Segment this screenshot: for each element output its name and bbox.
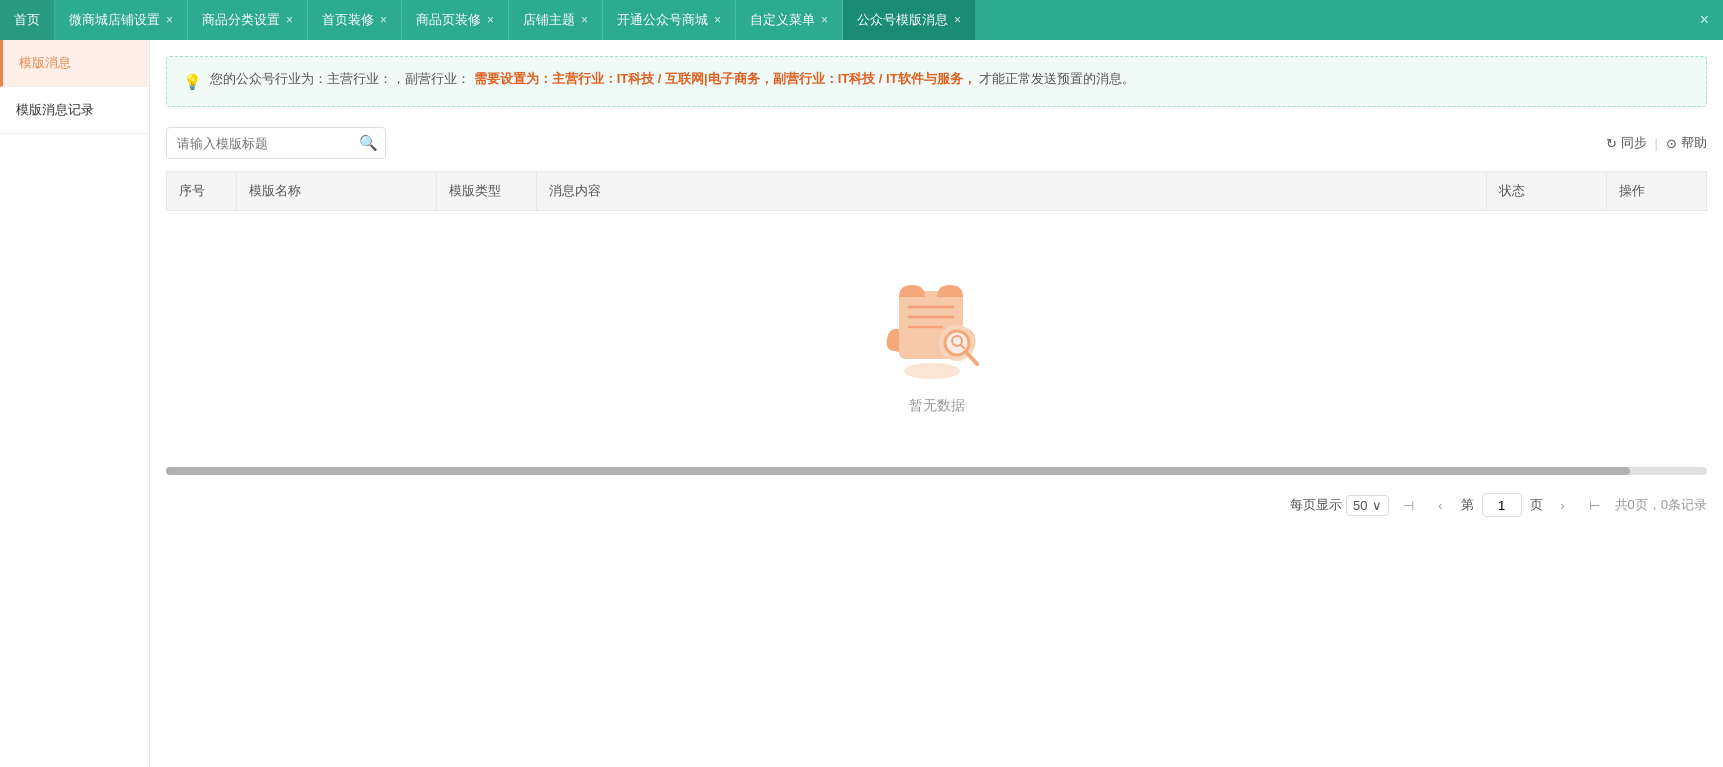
sync-button[interactable]: ↻ 同步 <box>1606 134 1647 152</box>
nav-item-template-message[interactable]: 公众号模版消息 × <box>843 0 976 40</box>
nav-item-custom-menu[interactable]: 自定义菜单 × <box>736 0 843 40</box>
close-all-button[interactable]: × <box>1686 11 1723 29</box>
notice-banner: 💡 您的公众号行业为：主营行业：，副营行业： 需要设置为：主营行业：IT科技 /… <box>166 56 1707 107</box>
nav-label-homepage-decoration: 首页装修 <box>322 11 374 29</box>
page-label-prefix: 第 <box>1461 496 1474 514</box>
main-layout: 模版消息 模版消息记录 💡 您的公众号行业为：主营行业：，副营行业： 需要设置为… <box>0 40 1723 767</box>
search-input[interactable] <box>166 127 386 159</box>
page-size-selector: 每页显示 50 ∨ <box>1290 495 1388 516</box>
data-table: 序号 模版名称 模版类型 消息内容 状态 操作 <box>166 171 1707 455</box>
notice-text: 您的公众号行业为：主营行业：，副营行业： 需要设置为：主营行业：IT科技 / 互… <box>210 69 1135 90</box>
dropdown-arrow-icon: ∨ <box>1372 498 1382 513</box>
page-size-value: 50 <box>1353 498 1367 513</box>
close-icon-template-message[interactable]: × <box>954 13 961 27</box>
close-icon-shop-settings[interactable]: × <box>166 13 173 27</box>
col-header-content: 消息内容 <box>537 172 1487 211</box>
content-area: 💡 您的公众号行业为：主营行业：，副营行业： 需要设置为：主营行业：IT科技 /… <box>150 40 1723 767</box>
sync-icon: ↻ <box>1606 136 1617 151</box>
table-header-row: 序号 模版名称 模版类型 消息内容 状态 操作 <box>167 172 1707 211</box>
help-icon: ⊙ <box>1666 136 1677 151</box>
search-left: 🔍 <box>166 127 386 159</box>
sidebar: 模版消息 模版消息记录 <box>0 40 150 767</box>
sync-label: 同步 <box>1621 134 1647 152</box>
nav-item-shop-theme[interactable]: 店铺主题 × <box>509 0 603 40</box>
nav-label-shop-theme: 店铺主题 <box>523 11 575 29</box>
notice-highlight: 需要设置为：主营行业：IT科技 / 互联网|电子商务，副营行业：IT科技 / I… <box>474 71 976 86</box>
pagination: 每页显示 50 ∨ ⊣ ‹ 第 页 › ⊢ 共0页，0条记录 <box>166 487 1707 523</box>
page-label-suffix: 页 <box>1530 496 1543 514</box>
page-size-dropdown[interactable]: 50 ∨ <box>1346 495 1388 516</box>
close-icon-category-settings[interactable]: × <box>286 13 293 27</box>
divider: | <box>1655 136 1658 151</box>
nav-label-product-decoration: 商品页装修 <box>416 11 481 29</box>
close-icon-custom-menu[interactable]: × <box>821 13 828 27</box>
empty-row: 暂无数据 <box>167 211 1707 456</box>
col-header-action: 操作 <box>1607 172 1707 211</box>
col-header-status: 状态 <box>1487 172 1607 211</box>
search-button[interactable]: 🔍 <box>359 134 378 152</box>
page-number-input[interactable] <box>1482 493 1522 517</box>
nav-item-category-settings[interactable]: 商品分类设置 × <box>188 0 308 40</box>
close-icon-shop-theme[interactable]: × <box>581 13 588 27</box>
sidebar-item-template-msg-record[interactable]: 模版消息记录 <box>0 87 149 134</box>
col-header-type: 模版类型 <box>437 172 537 211</box>
col-header-name: 模版名称 <box>237 172 437 211</box>
notice-icon: 💡 <box>183 70 202 94</box>
search-right: ↻ 同步 | ⊙ 帮助 <box>1606 134 1707 152</box>
nav-item-homepage-decoration[interactable]: 首页装修 × <box>308 0 402 40</box>
nav-item-product-decoration[interactable]: 商品页装修 × <box>402 0 509 40</box>
next-page-button[interactable]: › <box>1551 493 1575 517</box>
horizontal-scrollbar[interactable] <box>166 467 1707 475</box>
help-label: 帮助 <box>1681 134 1707 152</box>
nav-label-custom-menu: 自定义菜单 <box>750 11 815 29</box>
nav-label-category-settings: 商品分类设置 <box>202 11 280 29</box>
help-button[interactable]: ⊙ 帮助 <box>1666 134 1707 152</box>
top-navigation: 首页 微商城店铺设置 × 商品分类设置 × 首页装修 × 商品页装修 × 店铺主… <box>0 0 1723 40</box>
nav-label-open-mall: 开通公众号商城 <box>617 11 708 29</box>
svg-point-0 <box>904 363 960 379</box>
close-icon-homepage-decoration[interactable]: × <box>380 13 387 27</box>
empty-text: 暂无数据 <box>909 397 965 415</box>
close-icon-product-decoration[interactable]: × <box>487 13 494 27</box>
nav-item-open-mall[interactable]: 开通公众号商城 × <box>603 0 736 40</box>
search-input-wrap: 🔍 <box>166 127 386 159</box>
empty-illustration <box>877 271 997 381</box>
search-bar: 🔍 ↻ 同步 | ⊙ 帮助 <box>166 127 1707 159</box>
scrollbar-thumb[interactable] <box>166 467 1630 475</box>
nav-label-home: 首页 <box>14 11 40 29</box>
close-icon-open-mall[interactable]: × <box>714 13 721 27</box>
sidebar-item-template-msg[interactable]: 模版消息 <box>0 40 149 87</box>
page-size-label: 每页显示 <box>1290 496 1342 514</box>
first-page-button[interactable]: ⊣ <box>1397 493 1421 517</box>
page-summary: 共0页，0条记录 <box>1615 496 1707 514</box>
empty-state: 暂无数据 <box>167 211 1707 455</box>
nav-label-template-message: 公众号模版消息 <box>857 11 948 29</box>
nav-item-shop-settings[interactable]: 微商城店铺设置 × <box>55 0 188 40</box>
col-header-seq: 序号 <box>167 172 237 211</box>
nav-item-home[interactable]: 首页 <box>0 0 55 40</box>
prev-page-button[interactable]: ‹ <box>1429 493 1453 517</box>
nav-label-shop-settings: 微商城店铺设置 <box>69 11 160 29</box>
last-page-button[interactable]: ⊢ <box>1583 493 1607 517</box>
svg-line-8 <box>966 352 977 364</box>
